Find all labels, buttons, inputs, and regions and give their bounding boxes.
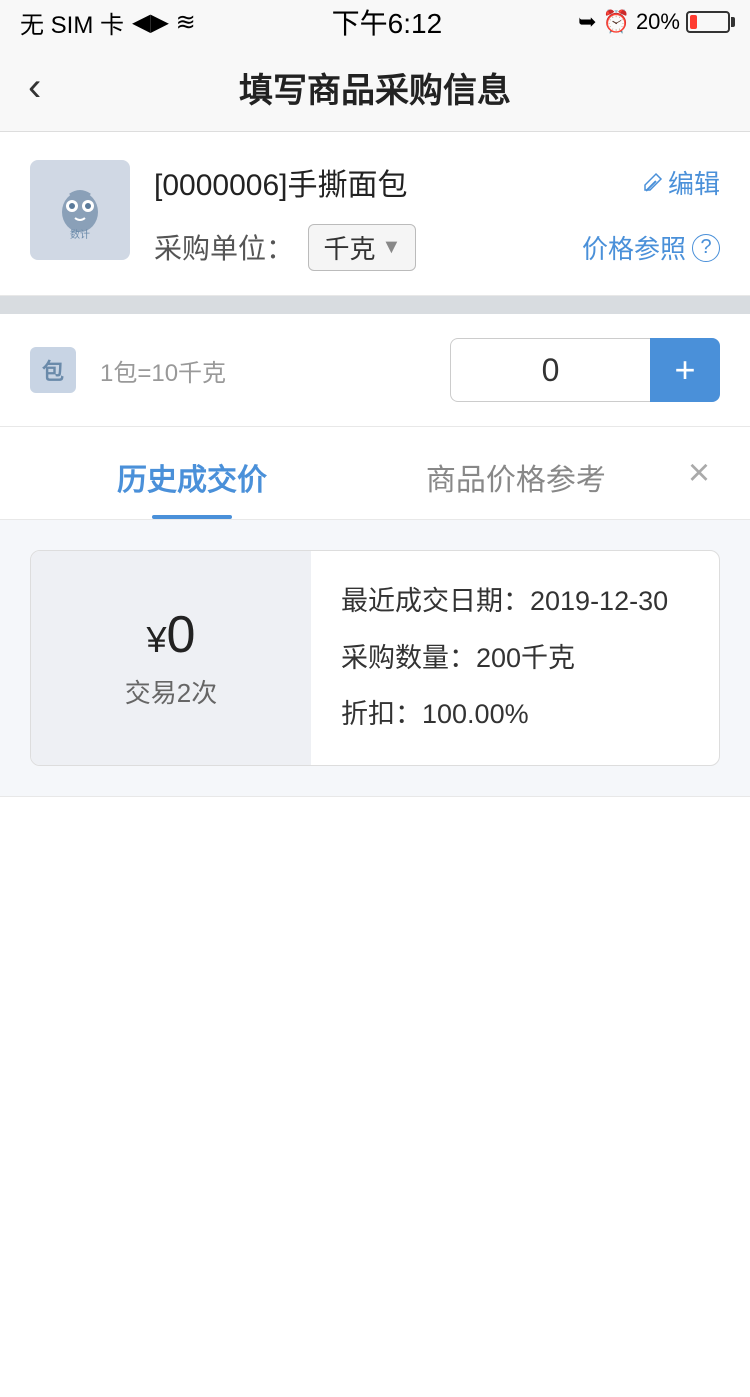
package-icon: 包 [30,347,76,393]
quantity-row: 包 1包=10千克 0 + [0,314,750,427]
quantity-right: 0 + [450,338,720,402]
quantity-input[interactable]: 0 [450,338,650,402]
tab-history-price[interactable]: 历史成交价 [30,427,354,519]
product-thumbnail: 数计 [30,160,130,260]
discount-value: 100.00% [422,699,529,729]
price-reference-button[interactable]: 价格参照 ? [582,229,720,266]
wifi-icon: ◀▶ ≋ [132,8,196,37]
product-info: [0000006]手撕面包 编辑 采购单位： 千克 ▼ 价格参照 ? [154,160,720,271]
recent-date-value: 2019-12-30 [530,586,668,616]
white-fill-area [0,797,750,1397]
currency-symbol: ¥ [147,619,167,660]
help-icon: ? [692,234,720,262]
product-card: 数计 [0000006]手撕面包 编辑 采购单位： 千克 ▼ [0,132,750,296]
status-bar: 无 SIM 卡 ◀▶ ≋ 下午6:12 ➥ ⏰ 20% [0,0,750,44]
nav-bar: ‹ 填写商品采购信息 [0,44,750,132]
unit-select-dropdown[interactable]: 千克 ▼ [308,224,416,271]
product-unit-row: 采购单位： 千克 ▼ 价格参照 ? [154,224,720,271]
quantity-detail-value: 200千克 [476,643,575,673]
status-time: 下午6:12 [332,2,443,42]
price-card-area: ¥0 交易2次 最近成交日期：2019-12-30 采购数量：200千克 折扣：… [0,520,750,796]
product-logo-icon: 数计 [50,180,110,240]
price-card-left: ¥0 交易2次 [31,551,311,765]
quantity-row-detail: 采购数量：200千克 [341,638,689,679]
quantity-note: 1包=10千克 [100,353,226,388]
quantity-plus-button[interactable]: + [650,338,720,402]
quantity-detail-label: 采购数量： [341,643,476,673]
page-title: 填写商品采购信息 [239,63,511,112]
tab-panel: 历史成交价 商品价格参考 × ¥0 交易2次 最近成交日期：2019-12-30… [0,427,750,797]
status-left: 无 SIM 卡 ◀▶ ≋ [20,5,196,40]
tab-bar: 历史成交价 商品价格参考 × [0,427,750,520]
back-button[interactable]: ‹ [28,65,41,110]
tab-close-button[interactable]: × [678,444,720,502]
divider-band [0,296,750,314]
trade-count: 交易2次 [125,673,217,710]
unit-value: 千克 [323,229,375,266]
discount-label: 折扣： [341,699,422,729]
recent-date-row: 最近成交日期：2019-12-30 [341,581,689,622]
tab-product-price[interactable]: 商品价格参考 [354,427,678,519]
unit-label: 采购单位： [154,233,294,264]
alarm-icon: ⏰ [603,9,630,35]
battery-icon [686,11,730,33]
status-right: ➥ ⏰ 20% [578,9,730,35]
price-card-right: 最近成交日期：2019-12-30 采购数量：200千克 折扣：100.00% [311,551,719,765]
signal-text: 无 SIM 卡 [20,5,124,40]
discount-row: 折扣：100.00% [341,694,689,735]
price-card: ¥0 交易2次 最近成交日期：2019-12-30 采购数量：200千克 折扣：… [30,550,720,766]
quantity-value: 0 [542,352,560,389]
unit-section: 采购单位： 千克 ▼ [154,224,416,271]
price-ref-label: 价格参照 [582,229,686,266]
product-header: [0000006]手撕面包 编辑 [154,160,720,204]
battery-percent: 20% [636,9,680,35]
edit-button[interactable]: 编辑 [642,164,720,201]
quantity-left: 包 1包=10千克 [30,347,226,393]
price-amount-display: ¥0 [147,605,196,665]
product-name: [0000006]手撕面包 [154,160,407,204]
dropdown-arrow-icon: ▼ [381,236,401,259]
price-value: 0 [167,606,196,664]
location-icon: ➥ [578,9,596,35]
recent-date-label: 最近成交日期： [341,586,530,616]
edit-icon [642,171,664,193]
svg-text:数计: 数计 [70,228,90,240]
